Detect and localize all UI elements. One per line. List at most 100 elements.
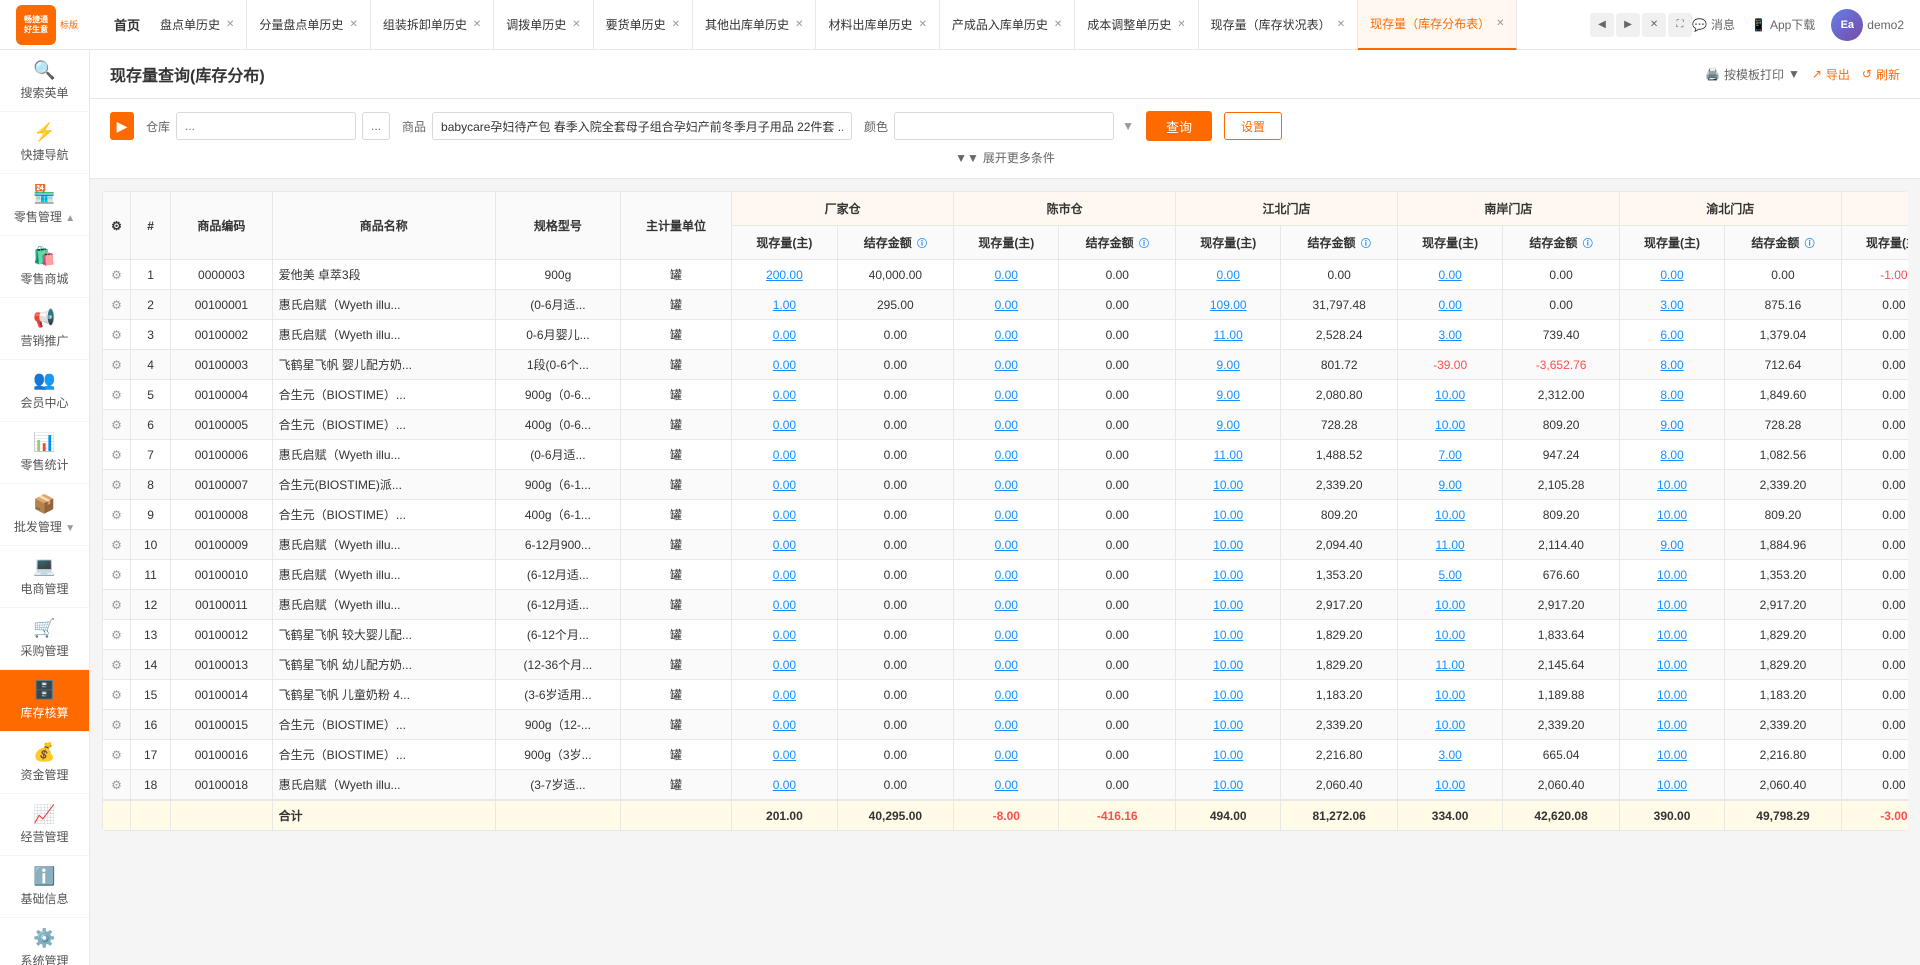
product-input[interactable] [432, 112, 852, 140]
yubei-amt-info-icon[interactable]: ⓘ [1805, 239, 1815, 250]
chenshi-qty-cell[interactable]: 0.00 [954, 650, 1059, 680]
yubei-qty-cell[interactable]: 9.00 [1619, 530, 1724, 560]
gear-cell[interactable]: ⚙ [103, 560, 131, 590]
nanan-qty-cell[interactable]: 10.00 [1397, 410, 1502, 440]
nanan-qty-cell[interactable]: -39.00 [1397, 350, 1502, 380]
chenshi-qty-cell[interactable]: 0.00 [954, 560, 1059, 590]
yubei-qty-cell[interactable]: 9.00 [1619, 410, 1724, 440]
tab-2[interactable]: 分量盘点单历史 ✕ [247, 0, 370, 50]
factory-qty-cell[interactable]: 0.00 [732, 770, 837, 801]
tab-9[interactable]: 成本调整单历史 ✕ [1075, 0, 1198, 50]
factory-qty-cell[interactable]: 0.00 [732, 350, 837, 380]
nav-arrow-close[interactable]: ✕ [1642, 13, 1666, 37]
tab-11[interactable]: 现存量（库存分布表） ✕ [1358, 0, 1517, 50]
jiangbei-qty-cell[interactable]: 0.00 [1176, 260, 1281, 290]
jiangbei-qty-cell[interactable]: 9.00 [1176, 350, 1281, 380]
tab-8-close[interactable]: ✕ [1054, 19, 1062, 30]
gear-cell[interactable]: ⚙ [103, 260, 131, 290]
yubei-qty-cell[interactable]: 8.00 [1619, 350, 1724, 380]
tab-2-close[interactable]: ✕ [349, 19, 357, 30]
message-action[interactable]: 💬 消息 [1692, 16, 1735, 33]
nanan-qty-cell[interactable]: 7.00 [1397, 440, 1502, 470]
sidebar-item-marketing[interactable]: 📢 营销推广 [0, 298, 89, 360]
factory-qty-cell[interactable]: 0.00 [732, 650, 837, 680]
yubei-qty-cell[interactable]: 10.00 [1619, 620, 1724, 650]
chenshi-qty-cell[interactable]: 0.00 [954, 500, 1059, 530]
sidebar-item-inventory[interactable]: 🗄️ 库存核算 [0, 670, 89, 732]
sidebar-item-shortcut[interactable]: ⚡ 快捷导航 [0, 112, 89, 174]
gear-cell[interactable]: ⚙ [103, 740, 131, 770]
tab-1[interactable]: 盘点单历史 ✕ [148, 0, 247, 50]
nanan-qty-cell[interactable]: 0.00 [1397, 290, 1502, 320]
chenshi-qty-cell[interactable]: 0.00 [954, 530, 1059, 560]
chenshi-qty-cell[interactable]: 0.00 [954, 260, 1059, 290]
tab-10[interactable]: 现存量（库存状况表） ✕ [1199, 0, 1358, 50]
factory-qty-cell[interactable]: 0.00 [732, 530, 837, 560]
jiangbei-qty-cell[interactable]: 11.00 [1176, 320, 1281, 350]
nanan-amt-info-icon[interactable]: ⓘ [1583, 239, 1593, 250]
factory-qty-cell[interactable]: 0.00 [732, 470, 837, 500]
chenshi-qty-cell[interactable]: 0.00 [954, 710, 1059, 740]
refresh-button[interactable]: ↺ 刷新 [1862, 66, 1900, 83]
factory-qty-cell[interactable]: 0.00 [732, 620, 837, 650]
nanan-qty-cell[interactable]: 11.00 [1397, 530, 1502, 560]
jiangbei-qty-cell[interactable]: 10.00 [1176, 500, 1281, 530]
nanan-qty-cell[interactable]: 9.00 [1397, 470, 1502, 500]
jiangbei-qty-cell[interactable]: 10.00 [1176, 770, 1281, 801]
gear-cell[interactable]: ⚙ [103, 530, 131, 560]
nav-arrow-right[interactable]: ▶ [1616, 13, 1640, 37]
nanan-qty-cell[interactable]: 10.00 [1397, 710, 1502, 740]
sidebar-item-system[interactable]: ⚙️ 系统管理 [0, 918, 89, 965]
nanan-qty-cell[interactable]: 0.00 [1397, 260, 1502, 290]
factory-qty-cell[interactable]: 0.00 [732, 410, 837, 440]
factory-qty-cell[interactable]: 0.00 [732, 380, 837, 410]
yubei-qty-cell[interactable]: 10.00 [1619, 470, 1724, 500]
factory-qty-cell[interactable]: 0.00 [732, 710, 837, 740]
gear-cell[interactable]: ⚙ [103, 410, 131, 440]
nanan-qty-cell[interactable]: 10.00 [1397, 620, 1502, 650]
nanan-qty-cell[interactable]: 10.00 [1397, 590, 1502, 620]
yubei-qty-cell[interactable]: 10.00 [1619, 560, 1724, 590]
gear-cell[interactable]: ⚙ [103, 320, 131, 350]
chenshi-qty-cell[interactable]: 0.00 [954, 590, 1059, 620]
jiangbei-amt-info-icon[interactable]: ⓘ [1361, 239, 1371, 250]
chenshi-qty-cell[interactable]: 0.00 [954, 470, 1059, 500]
factory-amt-info-icon[interactable]: ⓘ [917, 239, 927, 250]
nanan-qty-cell[interactable]: 5.00 [1397, 560, 1502, 590]
gear-cell[interactable]: ⚙ [103, 710, 131, 740]
jiangbei-qty-cell[interactable]: 9.00 [1176, 410, 1281, 440]
chenshi-qty-cell[interactable]: 0.00 [954, 380, 1059, 410]
tab-3-close[interactable]: ✕ [473, 19, 481, 30]
chenshi-qty-cell[interactable]: 0.00 [954, 440, 1059, 470]
user-profile[interactable]: Ea demo2 [1831, 9, 1904, 41]
yubei-qty-cell[interactable]: 10.00 [1619, 650, 1724, 680]
sidebar-item-finance[interactable]: 💰 资金管理 [0, 732, 89, 794]
chenshi-qty-cell[interactable]: 0.00 [954, 680, 1059, 710]
gear-cell[interactable]: ⚙ [103, 290, 131, 320]
tab-4-close[interactable]: ✕ [572, 19, 580, 30]
nav-arrow-expand[interactable]: ⛶ [1668, 13, 1692, 37]
search-toggle-button[interactable]: ▶ [110, 112, 134, 140]
yubei-qty-cell[interactable]: 10.00 [1619, 770, 1724, 801]
sidebar-item-member[interactable]: 👥 会员中心 [0, 360, 89, 422]
jiangbei-qty-cell[interactable]: 10.00 [1176, 470, 1281, 500]
jiangbei-qty-cell[interactable]: 10.00 [1176, 590, 1281, 620]
tab-7[interactable]: 材料出库单历史 ✕ [816, 0, 939, 50]
factory-qty-cell[interactable]: 0.00 [732, 680, 837, 710]
factory-qty-cell[interactable]: 200.00 [732, 260, 837, 290]
yubei-qty-cell[interactable]: 8.00 [1619, 380, 1724, 410]
jiangbei-qty-cell[interactable]: 109.00 [1176, 290, 1281, 320]
chenshi-qty-cell[interactable]: 0.00 [954, 620, 1059, 650]
jiangbei-qty-cell[interactable]: 10.00 [1176, 620, 1281, 650]
gear-cell[interactable]: ⚙ [103, 590, 131, 620]
yubei-qty-cell[interactable]: 6.00 [1619, 320, 1724, 350]
tab-11-close[interactable]: ✕ [1496, 18, 1504, 29]
search-button[interactable]: 查询 [1146, 111, 1212, 141]
factory-qty-cell[interactable]: 0.00 [732, 320, 837, 350]
sidebar-item-basic-info[interactable]: ℹ️ 基础信息 [0, 856, 89, 918]
tab-5-close[interactable]: ✕ [672, 19, 680, 30]
chenshi-amt-info-icon[interactable]: ⓘ [1139, 239, 1149, 250]
sidebar-item-retail-shop[interactable]: 🛍️ 零售商城 [0, 236, 89, 298]
gear-cell[interactable]: ⚙ [103, 680, 131, 710]
yubei-qty-cell[interactable]: 0.00 [1619, 260, 1724, 290]
